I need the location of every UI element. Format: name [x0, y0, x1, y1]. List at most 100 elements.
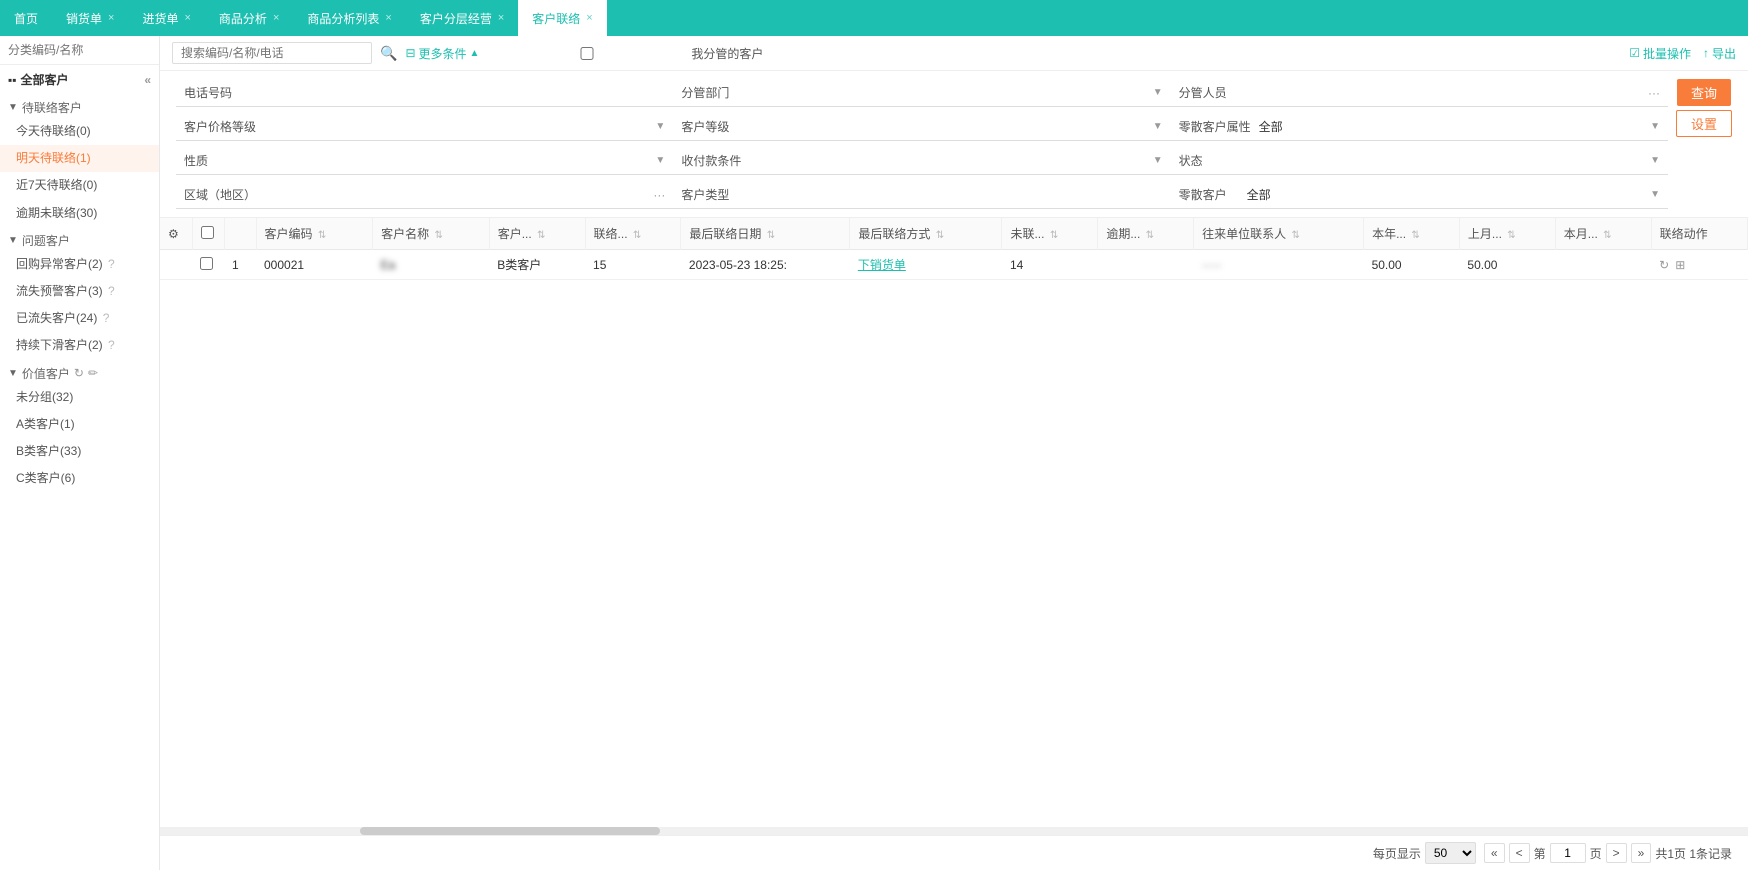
sidebar-group-value-customers[interactable]: ▼ 价值客户 ↻ ✏	[0, 360, 159, 384]
my-customers-checkbox-label[interactable]: 我分管的客户	[487, 45, 763, 62]
payment-dropdown-icon: ▼	[1153, 155, 1163, 166]
sidebar-all-customers[interactable]: ▪▪ 全部客户 «	[0, 65, 159, 94]
first-page-btn[interactable]: «	[1484, 843, 1505, 863]
row-this-month	[1555, 250, 1651, 280]
filter-payment[interactable]: 收付款条件 ▼	[673, 147, 1170, 175]
scrollbar-thumb[interactable]	[360, 827, 660, 835]
close-customer-tier-icon[interactable]: ×	[498, 12, 504, 24]
row-index: 1	[224, 250, 256, 280]
close-product-analysis-list-icon[interactable]: ×	[385, 12, 391, 24]
sidebar-collapse-icon: «	[144, 73, 151, 87]
refresh-icon[interactable]: ↻	[1659, 258, 1669, 272]
grid-icon[interactable]: ⊞	[1675, 258, 1685, 272]
row-settings	[160, 250, 192, 280]
close-purchase-order-icon[interactable]: ×	[184, 12, 190, 24]
batch-op-btn[interactable]: ☑ 批量操作	[1629, 45, 1691, 62]
col-overdue: 逾期... ⇅	[1098, 218, 1194, 250]
filter-manager[interactable]: 分管人员 ···	[1171, 79, 1668, 107]
sidebar-item-week-pending[interactable]: 近7天待联络(0)	[0, 172, 159, 199]
nav-sale-order[interactable]: 销货单 ×	[52, 0, 128, 36]
col-settings[interactable]: ⚙	[160, 218, 192, 250]
sidebar-item-overdue[interactable]: 逾期未联络(30)	[0, 200, 159, 227]
sidebar-item-class-a[interactable]: A类客户(1)	[0, 411, 159, 438]
sort-icon-this-month: ⇅	[1603, 230, 1611, 241]
row-select-checkbox[interactable]	[200, 257, 213, 270]
nav-product-analysis-list[interactable]: 商品分析列表 ×	[293, 0, 405, 36]
customer-name-blurred: Ea	[381, 258, 396, 272]
filter-icon: ⊟	[405, 46, 415, 60]
col-contact-count: 联络... ⇅	[585, 218, 681, 250]
my-customers-checkbox[interactable]	[487, 47, 687, 60]
nav-purchase-order[interactable]: 进货单 ×	[128, 0, 204, 36]
search-icon[interactable]: 🔍	[380, 45, 397, 62]
col-unit-contact: 往来单位联系人 ⇅	[1194, 218, 1364, 250]
search-input[interactable]	[172, 42, 372, 64]
sort-icon-contact: ⇅	[633, 230, 641, 241]
last-method-link[interactable]: 下销货单	[858, 258, 906, 272]
prev-page-btn[interactable]: <	[1509, 843, 1530, 863]
horizontal-scrollbar[interactable]	[160, 827, 1748, 835]
sidebar-item-today-pending[interactable]: 今天待联络(0)	[0, 118, 159, 145]
sidebar-item-class-b[interactable]: B类客户(33)	[0, 438, 159, 465]
close-product-analysis-icon[interactable]: ×	[273, 12, 279, 24]
nav-product-analysis[interactable]: 商品分析 ×	[205, 0, 293, 36]
right-buttons: ☑ 批量操作 ↑ 导出	[1629, 45, 1736, 62]
sort-icon-type: ⇅	[537, 230, 545, 241]
nav-customer-tier[interactable]: 客户分层经营 ×	[406, 0, 518, 36]
nav-home[interactable]: 首页	[0, 0, 52, 36]
last-page-btn[interactable]: »	[1631, 843, 1652, 863]
sidebar-item-rebuy-abnormal[interactable]: 回购异常客户(2) ?	[0, 251, 159, 278]
triangle-icon: ▼	[8, 102, 18, 113]
filter-status[interactable]: 状态 ▼	[1171, 147, 1668, 175]
scatter-dropdown-icon: ▼	[1650, 189, 1660, 200]
col-customer-name: 客户名称 ⇅	[373, 218, 490, 250]
close-customer-contact-icon[interactable]: ×	[586, 12, 592, 24]
close-sale-order-icon[interactable]: ×	[108, 12, 114, 24]
sidebar-item-declining[interactable]: 持续下滑客户(2) ?	[0, 332, 159, 359]
row-name: Ea	[373, 250, 490, 280]
filter-customer-level[interactable]: 客户等级 ▼	[673, 113, 1170, 141]
sort-icon-overdue: ⇅	[1146, 230, 1154, 241]
row-checkbox	[192, 250, 224, 280]
sidebar-group-problem-customers[interactable]: ▼ 问题客户	[0, 227, 159, 251]
next-page-btn[interactable]: >	[1606, 843, 1627, 863]
sidebar-search-area: 🔍	[0, 36, 159, 65]
chevron-up-icon: ▲	[470, 48, 480, 59]
per-page-control: 每页显示 50 100 200	[1373, 842, 1476, 864]
sort-icon-unit-contact: ⇅	[1292, 230, 1300, 241]
sidebar-item-tomorrow-pending[interactable]: 明天待联络(1)	[0, 145, 159, 172]
export-btn[interactable]: ↑ 导出	[1703, 45, 1736, 62]
filter-dept[interactable]: 分管部门 ▼	[673, 79, 1170, 107]
query-button[interactable]: 查询	[1677, 79, 1731, 106]
sidebar-item-churn-warning[interactable]: 流失预警客户(3) ?	[0, 278, 159, 305]
select-all-checkbox[interactable]	[201, 226, 214, 239]
adv-filter-row-3: 性质 ▼ 收付款条件 ▼ 状态 ▼	[176, 147, 1668, 175]
filter-nature[interactable]: 性质 ▼	[176, 147, 673, 175]
filter-region[interactable]: 区域（地区） ···	[176, 181, 673, 209]
nav-customer-contact[interactable]: 客户联络 ×	[518, 0, 606, 36]
set-button[interactable]: 设置	[1676, 110, 1732, 137]
row-contact: 15	[585, 250, 681, 280]
sidebar-item-ungrouped[interactable]: 未分组(32)	[0, 384, 159, 411]
triangle-icon-2: ▼	[8, 235, 18, 246]
filter-scatter[interactable]: 零散客户 全部 ▼	[1171, 181, 1668, 209]
page-number-input[interactable]	[1550, 843, 1586, 863]
price-level-dropdown-icon: ▼	[655, 121, 665, 132]
col-customer-code: 客户编码 ⇅	[256, 218, 373, 250]
col-customer-type: 客户... ⇅	[489, 218, 585, 250]
adv-filter-row-1: 电话号码 分管部门 ▼ 分管人员 ···	[176, 79, 1668, 107]
sidebar-group-pending-contact[interactable]: ▼ 待联络客户	[0, 94, 159, 118]
manager-dots-icon: ···	[1648, 86, 1660, 100]
filter-price-level[interactable]: 客户价格等级 ▼	[176, 113, 673, 141]
scatter-attr-dropdown-icon: ▼	[1650, 121, 1660, 132]
settings-icon[interactable]: ⚙	[168, 227, 179, 241]
row-this-year: 50.00	[1364, 250, 1460, 280]
filter-scatter-attr[interactable]: 零散客户属性 全部 ▼	[1171, 113, 1668, 141]
triangle-icon-3: ▼	[8, 368, 18, 379]
row-type: B类客户	[489, 250, 585, 280]
sidebar-item-churned[interactable]: 已流失客户(24) ?	[0, 305, 159, 332]
sidebar-item-class-c[interactable]: C类客户(6)	[0, 465, 159, 492]
per-page-select[interactable]: 50 100 200	[1425, 842, 1476, 864]
more-conditions-btn[interactable]: ⊟ 更多条件 ▲	[405, 45, 479, 62]
sidebar-search-input[interactable]	[8, 43, 160, 57]
